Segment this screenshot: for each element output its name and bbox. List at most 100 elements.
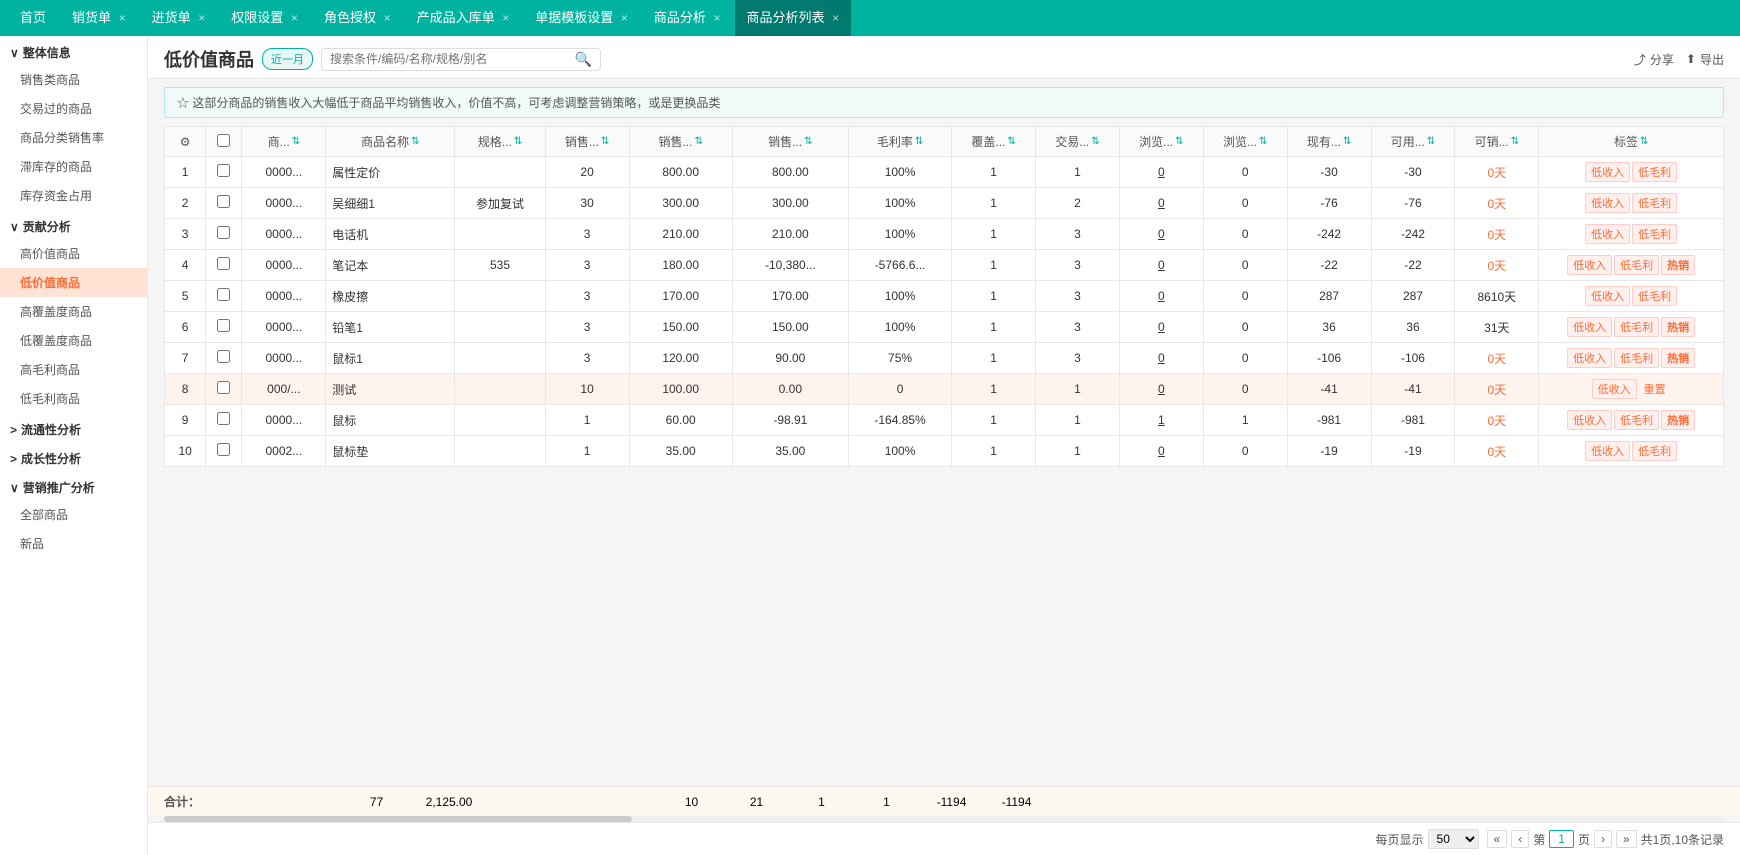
th-stock1[interactable]: 现有...⇅ bbox=[1287, 127, 1371, 157]
th-coverage[interactable]: 覆盖...⇅ bbox=[952, 127, 1036, 157]
first-page-button[interactable]: « bbox=[1487, 830, 1508, 848]
prev-page-button[interactable]: ‹ bbox=[1511, 830, 1529, 848]
sidebar-item-low-value[interactable]: 低价值商品 bbox=[0, 268, 147, 297]
th-checkbox[interactable] bbox=[206, 127, 242, 157]
row-view1[interactable]: 0 bbox=[1119, 219, 1203, 250]
th-stock2[interactable]: 可用...⇅ bbox=[1371, 127, 1455, 157]
row-checkbox-cell[interactable] bbox=[206, 436, 242, 467]
sidebar-item-traded-goods[interactable]: 交易过的商品 bbox=[0, 94, 147, 123]
th-trade[interactable]: 交易...⇅ bbox=[1036, 127, 1120, 157]
close-sales-icon[interactable]: × bbox=[119, 11, 126, 25]
row-checkbox[interactable] bbox=[217, 350, 230, 363]
th-margin[interactable]: 毛利率⇅ bbox=[848, 127, 951, 157]
nav-analysis[interactable]: 商品分析 × bbox=[642, 0, 733, 36]
close-product-in-icon[interactable]: × bbox=[502, 11, 509, 25]
row-view1[interactable]: 0 bbox=[1119, 281, 1203, 312]
share-button[interactable]: ⤴ 分享 bbox=[1634, 51, 1674, 68]
row-checkbox-cell[interactable] bbox=[206, 405, 242, 436]
sidebar-item-all-goods[interactable]: 全部商品 bbox=[0, 500, 147, 529]
th-sellable[interactable]: 可销...⇅ bbox=[1455, 127, 1539, 157]
sidebar-section-overall[interactable]: ∨ 整体信息 bbox=[0, 36, 147, 65]
nav-purchase[interactable]: 进货单 × bbox=[140, 0, 218, 36]
sidebar-section-growth[interactable]: > 成长性分析 bbox=[0, 442, 147, 471]
sidebar-item-low-margin[interactable]: 低毛利商品 bbox=[0, 384, 147, 413]
row-no: 4 bbox=[165, 250, 206, 281]
settings-icon[interactable]: ⚙ bbox=[180, 135, 191, 149]
th-view1[interactable]: 浏览...⇅ bbox=[1119, 127, 1203, 157]
th-code[interactable]: 商...⇅ bbox=[242, 127, 326, 157]
row-checkbox-cell[interactable] bbox=[206, 157, 242, 188]
row-checkbox[interactable] bbox=[217, 257, 230, 270]
row-checkbox[interactable] bbox=[217, 381, 230, 394]
row-checkbox[interactable] bbox=[217, 288, 230, 301]
row-checkbox[interactable] bbox=[217, 226, 230, 239]
row-view1[interactable]: 0 bbox=[1119, 374, 1203, 405]
last-page-button[interactable]: » bbox=[1616, 830, 1637, 848]
sidebar-item-high-margin[interactable]: 高毛利商品 bbox=[0, 355, 147, 384]
th-sales2[interactable]: 销售...⇅ bbox=[629, 127, 732, 157]
row-view1[interactable]: 0 bbox=[1119, 343, 1203, 374]
close-purchase-icon[interactable]: × bbox=[198, 11, 205, 25]
search-box[interactable]: 🔍 bbox=[321, 48, 601, 71]
row-view1[interactable]: 0 bbox=[1119, 436, 1203, 467]
row-view1[interactable]: 1 bbox=[1119, 405, 1203, 436]
export-button[interactable]: ⬆ 导出 bbox=[1686, 51, 1724, 68]
row-checkbox-cell[interactable] bbox=[206, 219, 242, 250]
sidebar-item-new-goods[interactable]: 新品 bbox=[0, 529, 147, 558]
th-spec[interactable]: 规格...⇅ bbox=[455, 127, 545, 157]
row-checkbox[interactable] bbox=[217, 195, 230, 208]
row-days: 0天 bbox=[1455, 436, 1539, 467]
sidebar-item-high-coverage[interactable]: 高覆盖度商品 bbox=[0, 297, 147, 326]
close-roles-icon[interactable]: × bbox=[384, 11, 391, 25]
content-header: 低价值商品 近一月 🔍 ⤴ 分享 ⬆ 导出 bbox=[148, 36, 1740, 79]
sidebar-item-low-coverage[interactable]: 低覆盖度商品 bbox=[0, 326, 147, 355]
th-sales1[interactable]: 销售...⇅ bbox=[545, 127, 629, 157]
sidebar-section-marketing[interactable]: ∨ 营销推广分析 bbox=[0, 471, 147, 500]
close-template-icon[interactable]: × bbox=[621, 11, 628, 25]
nav-home[interactable]: 首页 bbox=[8, 0, 58, 36]
close-analysis-list-icon[interactable]: × bbox=[832, 11, 839, 25]
row-checkbox[interactable] bbox=[217, 443, 230, 456]
row-cov: 1 bbox=[952, 281, 1036, 312]
row-checkbox-cell[interactable] bbox=[206, 312, 242, 343]
row-checkbox-cell[interactable] bbox=[206, 250, 242, 281]
th-sales3[interactable]: 销售...⇅ bbox=[732, 127, 848, 157]
sidebar-section-contribution[interactable]: ∨ 贡献分析 bbox=[0, 210, 147, 239]
row-checkbox-cell[interactable] bbox=[206, 343, 242, 374]
sidebar-item-sales-goods[interactable]: 销售类商品 bbox=[0, 65, 147, 94]
row-view1[interactable]: 0 bbox=[1119, 188, 1203, 219]
th-settings[interactable]: ⚙ bbox=[165, 127, 206, 157]
sidebar-item-slow-stock[interactable]: 滞库存的商品 bbox=[0, 152, 147, 181]
search-icon[interactable]: 🔍 bbox=[575, 51, 592, 68]
time-badge[interactable]: 近一月 bbox=[262, 48, 313, 70]
row-checkbox[interactable] bbox=[217, 412, 230, 425]
per-page-select[interactable]: 50 100 200 bbox=[1428, 829, 1479, 849]
row-view1[interactable]: 0 bbox=[1119, 312, 1203, 343]
th-tags[interactable]: 标签⇅ bbox=[1539, 127, 1724, 157]
sidebar-item-category-sales[interactable]: 商品分类销售率 bbox=[0, 123, 147, 152]
row-view1[interactable]: 0 bbox=[1119, 157, 1203, 188]
nav-analysis-list[interactable]: 商品分析列表 × bbox=[735, 0, 852, 36]
th-name[interactable]: 商品名称⇅ bbox=[326, 127, 455, 157]
close-permissions-icon[interactable]: × bbox=[291, 11, 298, 25]
th-view2[interactable]: 浏览...⇅ bbox=[1203, 127, 1287, 157]
row-checkbox-cell[interactable] bbox=[206, 188, 242, 219]
row-checkbox-cell[interactable] bbox=[206, 374, 242, 405]
nav-sales[interactable]: 销货单 × bbox=[60, 0, 138, 36]
close-analysis-icon[interactable]: × bbox=[713, 11, 720, 25]
nav-permissions[interactable]: 权限设置 × bbox=[219, 0, 310, 36]
row-view1[interactable]: 0 bbox=[1119, 250, 1203, 281]
sidebar-item-high-value[interactable]: 高价值商品 bbox=[0, 239, 147, 268]
row-checkbox[interactable] bbox=[217, 164, 230, 177]
nav-roles[interactable]: 角色授权 × bbox=[312, 0, 403, 36]
select-all-checkbox[interactable] bbox=[217, 134, 230, 147]
sidebar-item-stock-capital[interactable]: 库存资金占用 bbox=[0, 181, 147, 210]
search-input[interactable] bbox=[330, 52, 571, 66]
next-page-button[interactable]: › bbox=[1594, 830, 1612, 848]
row-checkbox-cell[interactable] bbox=[206, 281, 242, 312]
row-checkbox[interactable] bbox=[217, 319, 230, 332]
sidebar-section-flow[interactable]: > 流通性分析 bbox=[0, 413, 147, 442]
current-page[interactable]: 1 bbox=[1549, 830, 1574, 848]
nav-product-in[interactable]: 产成品入库单 × bbox=[405, 0, 522, 36]
nav-template[interactable]: 单据模板设置 × bbox=[523, 0, 640, 36]
